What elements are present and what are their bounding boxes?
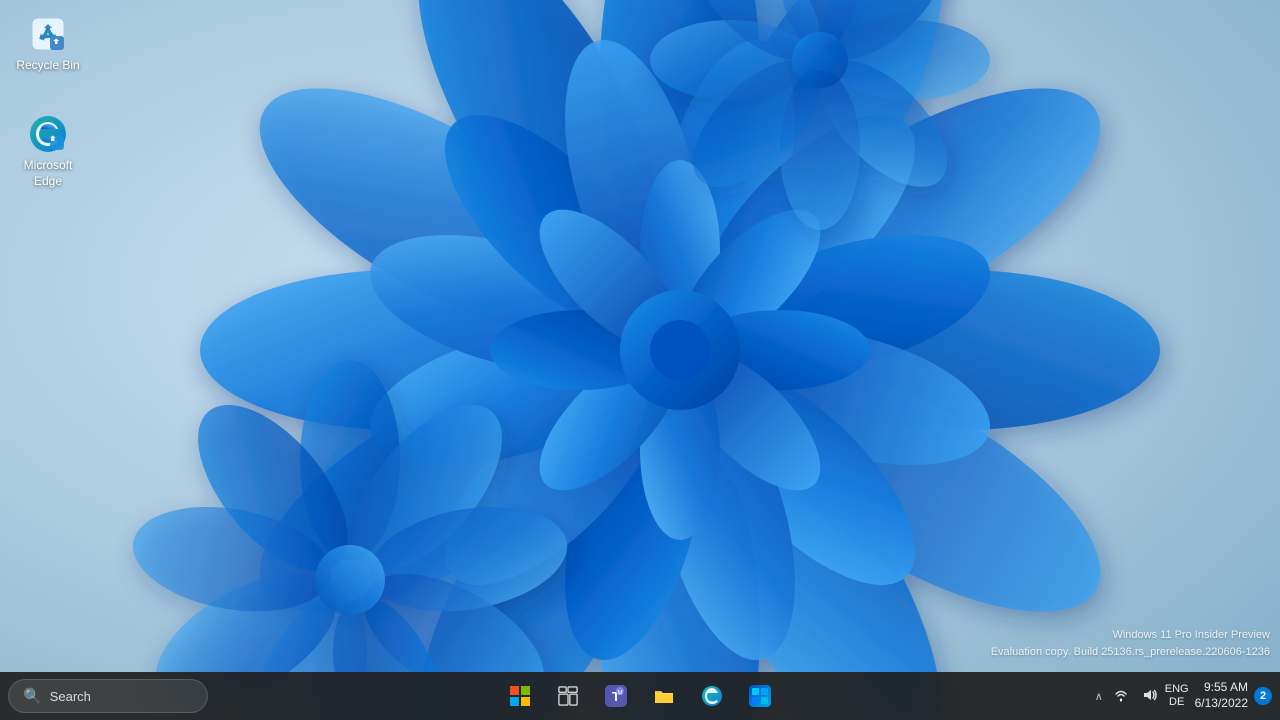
time-display: 9:55 AM bbox=[1204, 680, 1248, 696]
watermark-line1: Windows 11 Pro Insider Preview bbox=[991, 627, 1270, 644]
edge-taskbar-button[interactable] bbox=[690, 674, 734, 718]
desktop: Recycle Bin bbox=[0, 0, 1280, 720]
volume-icon[interactable] bbox=[1139, 685, 1159, 708]
system-tray: ∧ bbox=[1095, 680, 1272, 711]
watermark-line2: Evaluation copy. Build 25136.rs_prerelea… bbox=[991, 644, 1270, 661]
network-icon[interactable] bbox=[1111, 685, 1131, 708]
file-explorer-icon bbox=[653, 685, 675, 707]
file-explorer-button[interactable] bbox=[642, 674, 686, 718]
store-icon bbox=[749, 685, 771, 707]
search-label: Search bbox=[50, 689, 91, 704]
microsoft-edge-icon[interactable]: Microsoft Edge bbox=[8, 110, 88, 193]
task-view-button[interactable] bbox=[546, 674, 590, 718]
date-display: 6/13/2022 bbox=[1195, 696, 1248, 712]
recycle-bin-icon[interactable]: Recycle Bin bbox=[8, 10, 88, 78]
taskbar: 🔍 Search bbox=[0, 672, 1280, 720]
edge-taskbar-icon bbox=[701, 685, 723, 707]
clock[interactable]: 9:55 AM 6/13/2022 bbox=[1195, 680, 1248, 711]
search-bar[interactable]: 🔍 Search bbox=[8, 679, 208, 713]
watermark: Windows 11 Pro Insider Preview Evaluatio… bbox=[991, 627, 1270, 660]
start-button[interactable] bbox=[498, 674, 542, 718]
store-button[interactable] bbox=[738, 674, 782, 718]
tray-icons-group: ∧ bbox=[1095, 685, 1159, 708]
recycle-bin-label: Recycle Bin bbox=[16, 58, 79, 74]
teams-icon: T M bbox=[605, 685, 627, 707]
task-view-icon bbox=[558, 686, 578, 706]
svg-text:M: M bbox=[618, 691, 623, 697]
notification-badge[interactable]: 2 bbox=[1254, 687, 1272, 705]
language-top: ENG bbox=[1165, 683, 1189, 696]
taskbar-center: T M bbox=[498, 674, 782, 718]
wallpaper bbox=[0, 0, 1280, 720]
teams-button[interactable]: T M bbox=[594, 674, 638, 718]
recycle-bin-image bbox=[28, 14, 68, 54]
tray-overflow-button[interactable]: ∧ bbox=[1095, 690, 1103, 703]
microsoft-edge-image bbox=[28, 114, 68, 154]
notification-count: 2 bbox=[1260, 690, 1266, 702]
language-indicator[interactable]: ENG DE bbox=[1165, 683, 1189, 709]
search-icon: 🔍 bbox=[23, 687, 42, 705]
microsoft-edge-label: Microsoft Edge bbox=[12, 158, 84, 189]
windows-logo-icon bbox=[509, 685, 531, 707]
language-bottom: DE bbox=[1169, 696, 1184, 709]
